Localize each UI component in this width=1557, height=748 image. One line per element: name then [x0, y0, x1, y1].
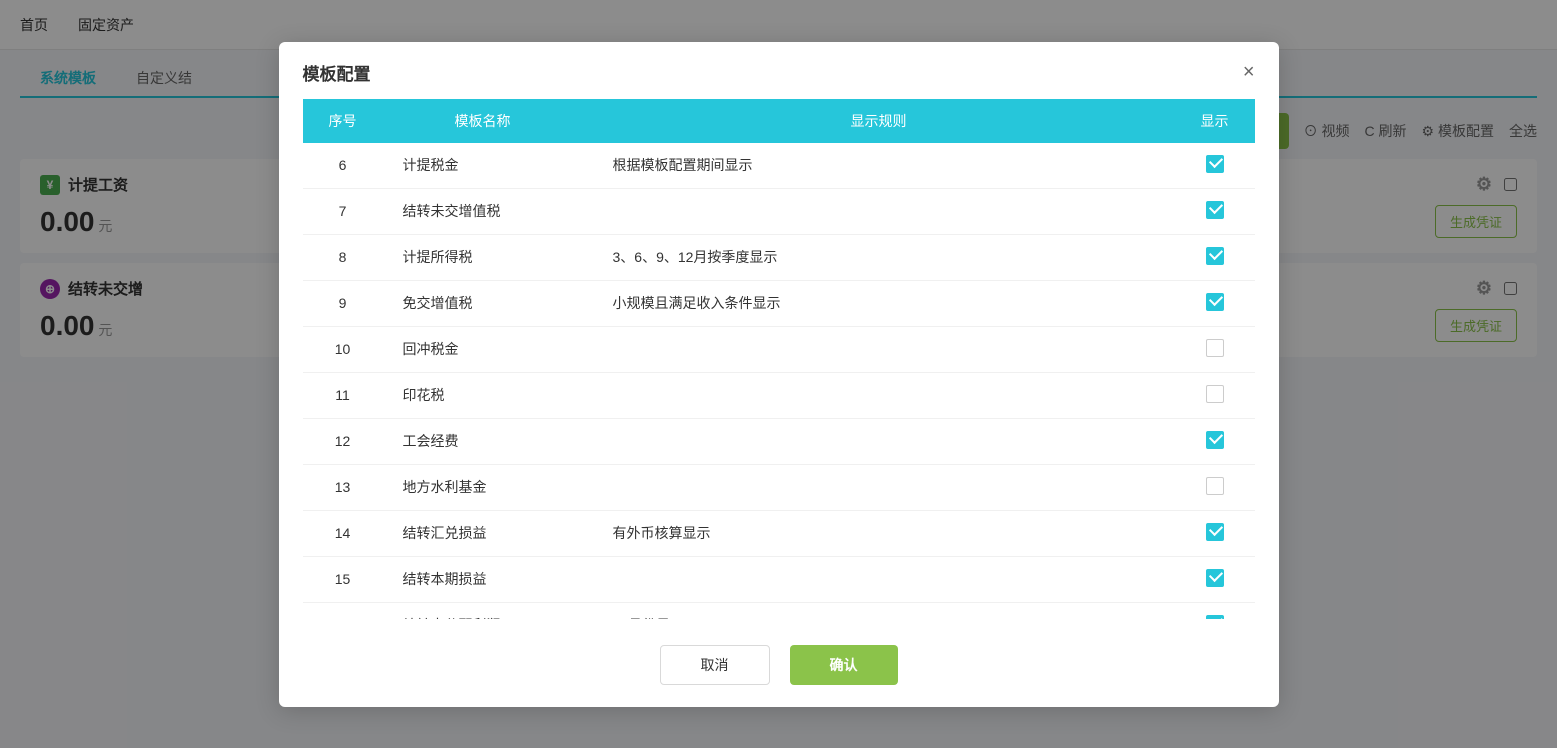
- cell-checkbox[interactable]: [1175, 188, 1255, 234]
- row-checkbox[interactable]: [1206, 569, 1224, 587]
- col-header-id: 序号: [303, 99, 383, 143]
- cell-rule: [583, 464, 1175, 510]
- table-row: 9免交增值税小规模且满足收入条件显示: [303, 280, 1255, 326]
- table-row: 11印花税: [303, 372, 1255, 418]
- table-header-row: 序号 模板名称 显示规则 显示: [303, 99, 1255, 143]
- cell-name: 计提所得税: [383, 234, 583, 280]
- col-header-display: 显示: [1175, 99, 1255, 143]
- cell-id: 9: [303, 280, 383, 326]
- cell-rule: [583, 372, 1175, 418]
- table-row: 8计提所得税3、6、9、12月按季度显示: [303, 234, 1255, 280]
- cell-id: 15: [303, 556, 383, 602]
- row-checkbox[interactable]: [1206, 155, 1224, 173]
- cell-rule: 根据模板配置期间显示: [583, 143, 1175, 189]
- template-table: 序号 模板名称 显示规则 显示 6计提税金根据模板配置期间显示7结转未交增值税8…: [303, 99, 1255, 619]
- modal-title: 模板配置: [303, 60, 371, 85]
- cell-checkbox[interactable]: [1175, 234, 1255, 280]
- modal-footer: 取消 确认: [279, 629, 1279, 707]
- col-header-name: 模板名称: [383, 99, 583, 143]
- cell-id: 16: [303, 602, 383, 619]
- cell-id: 7: [303, 188, 383, 234]
- cell-id: 8: [303, 234, 383, 280]
- confirm-button[interactable]: 确认: [790, 645, 898, 685]
- table-row: 14结转汇兑损益有外币核算显示: [303, 510, 1255, 556]
- modal-close-button[interactable]: ×: [1243, 62, 1255, 82]
- cell-name: 结转本期损益: [383, 556, 583, 602]
- cell-id: 12: [303, 418, 383, 464]
- cell-rule: 小规模且满足收入条件显示: [583, 280, 1175, 326]
- cell-rule: 有外币核算显示: [583, 510, 1175, 556]
- row-checkbox[interactable]: [1206, 385, 1224, 403]
- cell-checkbox[interactable]: [1175, 464, 1255, 510]
- cell-name: 回冲税金: [383, 326, 583, 372]
- cell-name: 计提税金: [383, 143, 583, 189]
- modal-overlay: 模板配置 × 序号 模板名称 显示规则 显示 6计提税金根据模板配置期间显: [0, 0, 1557, 748]
- modal-body: 序号 模板名称 显示规则 显示 6计提税金根据模板配置期间显示7结转未交增值税8…: [279, 99, 1279, 629]
- cell-checkbox[interactable]: [1175, 602, 1255, 619]
- row-checkbox[interactable]: [1206, 201, 1224, 219]
- table-row: 15结转本期损益: [303, 556, 1255, 602]
- cell-checkbox[interactable]: [1175, 556, 1255, 602]
- table-row: 13地方水利基金: [303, 464, 1255, 510]
- cell-checkbox[interactable]: [1175, 280, 1255, 326]
- cell-id: 10: [303, 326, 383, 372]
- row-checkbox[interactable]: [1206, 339, 1224, 357]
- cell-id: 14: [303, 510, 383, 556]
- table-row: 12工会经费: [303, 418, 1255, 464]
- table-scroll-area[interactable]: 序号 模板名称 显示规则 显示 6计提税金根据模板配置期间显示7结转未交增值税8…: [303, 99, 1255, 619]
- cell-id: 13: [303, 464, 383, 510]
- cell-checkbox[interactable]: [1175, 326, 1255, 372]
- template-config-modal: 模板配置 × 序号 模板名称 显示规则 显示 6计提税金根据模板配置期间显: [279, 42, 1279, 707]
- table-row: 6计提税金根据模板配置期间显示: [303, 143, 1255, 189]
- row-checkbox[interactable]: [1206, 247, 1224, 265]
- table-row: 10回冲税金: [303, 326, 1255, 372]
- cell-name: 地方水利基金: [383, 464, 583, 510]
- table-row: 16结转未分配利润12月份显示: [303, 602, 1255, 619]
- row-checkbox[interactable]: [1206, 523, 1224, 541]
- cell-name: 工会经费: [383, 418, 583, 464]
- cell-rule: [583, 556, 1175, 602]
- cell-checkbox[interactable]: [1175, 372, 1255, 418]
- modal-header: 模板配置 ×: [279, 42, 1279, 99]
- cell-name: 结转未交增值税: [383, 188, 583, 234]
- cell-checkbox[interactable]: [1175, 510, 1255, 556]
- cell-name: 免交增值税: [383, 280, 583, 326]
- row-checkbox[interactable]: [1206, 477, 1224, 495]
- row-checkbox[interactable]: [1206, 293, 1224, 311]
- cell-rule: 12月份显示: [583, 602, 1175, 619]
- cell-name: 结转汇兑损益: [383, 510, 583, 556]
- table-row: 7结转未交增值税: [303, 188, 1255, 234]
- cancel-button[interactable]: 取消: [660, 645, 770, 685]
- cell-rule: [583, 326, 1175, 372]
- cell-rule: [583, 418, 1175, 464]
- row-checkbox[interactable]: [1206, 615, 1224, 619]
- cell-name: 结转未分配利润: [383, 602, 583, 619]
- cell-rule: 3、6、9、12月按季度显示: [583, 234, 1175, 280]
- cell-name: 印花税: [383, 372, 583, 418]
- cell-checkbox[interactable]: [1175, 143, 1255, 189]
- row-checkbox[interactable]: [1206, 431, 1224, 449]
- col-header-rule: 显示规则: [583, 99, 1175, 143]
- cell-id: 11: [303, 372, 383, 418]
- cell-rule: [583, 188, 1175, 234]
- cell-id: 6: [303, 143, 383, 189]
- cell-checkbox[interactable]: [1175, 418, 1255, 464]
